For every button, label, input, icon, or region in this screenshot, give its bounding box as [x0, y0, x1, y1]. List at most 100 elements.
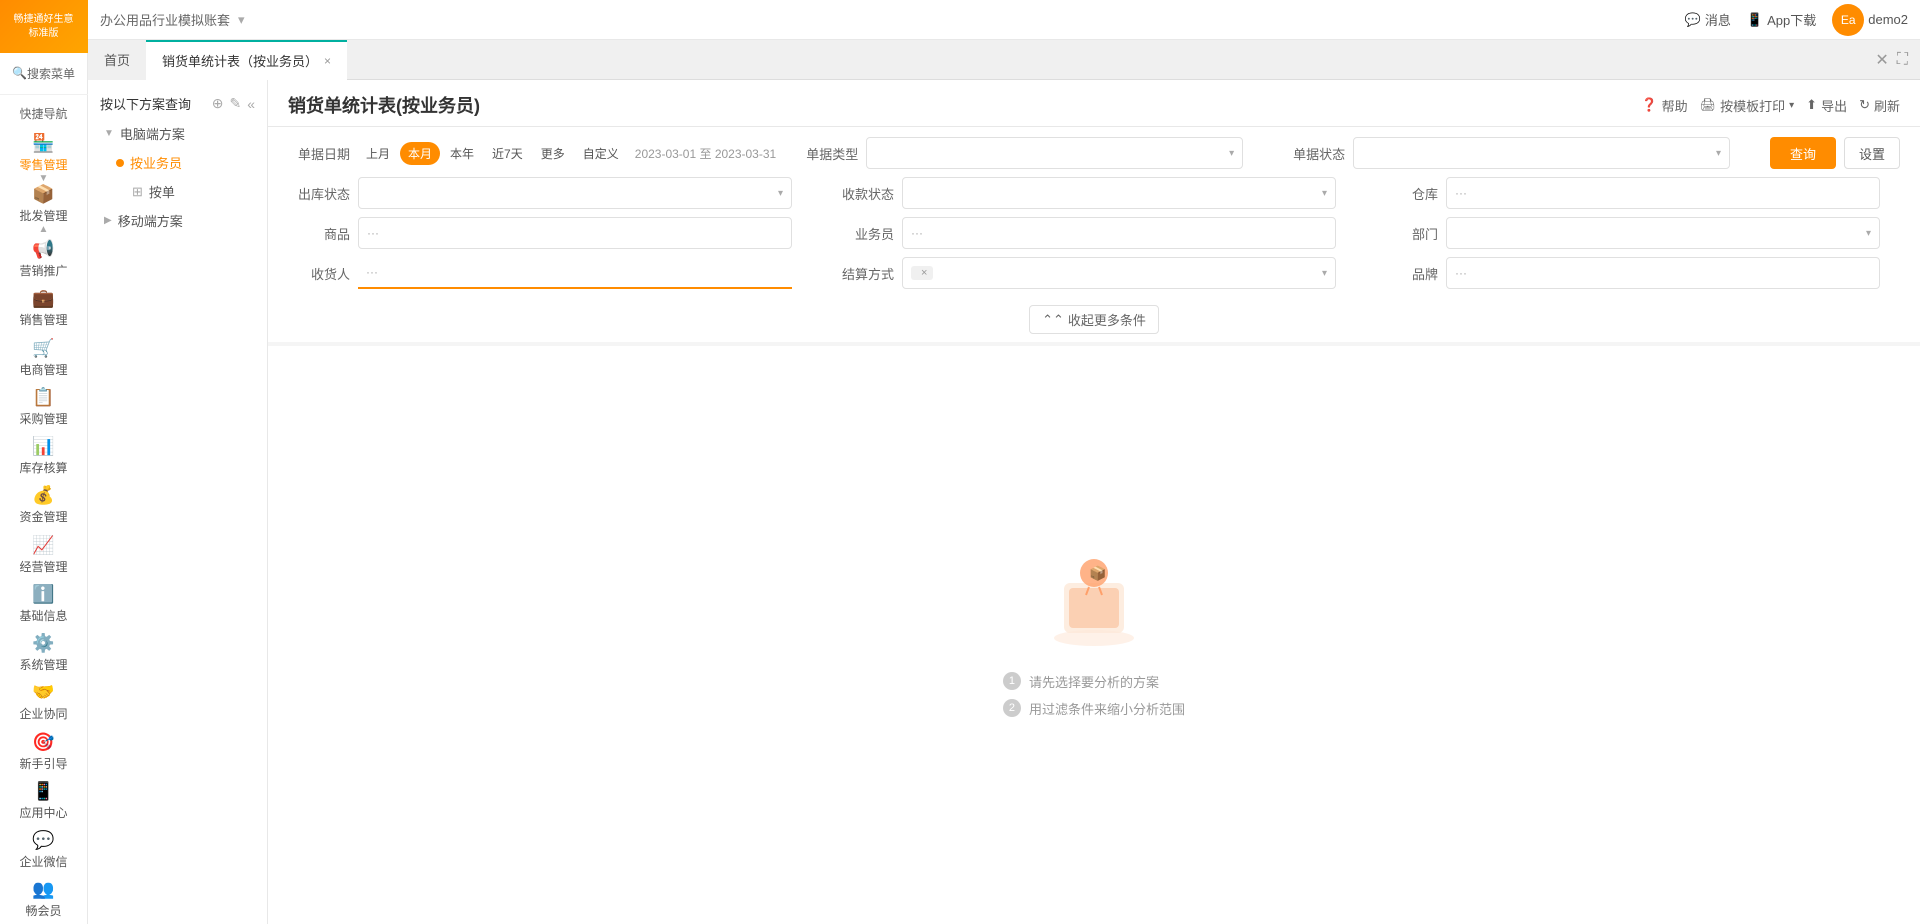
doc-type-input[interactable]: ▾	[866, 137, 1243, 169]
out-status-group: 出库状态 ▾	[288, 177, 812, 209]
print-btn[interactable]: 🖨 按模板打印 ▾	[1700, 96, 1795, 115]
print-arrow: ▾	[1789, 100, 1794, 111]
empty-tips: 1 请先选择要分析的方案 2 用过滤条件来缩小分析范围	[1003, 672, 1185, 718]
sidebar: 畅捷通好生意标准版 🔍 搜索菜单 快捷导航 🏪 零售管理 ▼ 📦 批发管理 ▲ …	[0, 0, 88, 924]
sidebar-quick-nav[interactable]: 快捷导航	[0, 95, 88, 133]
goods-input[interactable]: ···	[358, 217, 792, 249]
sidebar-item-finance[interactable]: 💰 资金管理	[0, 481, 88, 530]
out-status-input[interactable]: ▾	[358, 177, 792, 209]
tree-active-plan[interactable]: 按业务员	[88, 148, 267, 177]
retail-label: 零售管理	[19, 156, 67, 173]
sidebar-search[interactable]: 🔍 搜索菜单	[0, 53, 88, 95]
tree-pc-plan[interactable]: ▼ 电脑端方案	[88, 119, 267, 148]
setting-btn[interactable]: 设置	[1844, 137, 1900, 169]
consignee-label: 收货人	[288, 264, 358, 283]
sidebar-item-member[interactable]: 👥 畅会员	[0, 875, 88, 924]
print-label: 按模板打印	[1720, 96, 1785, 115]
consignee-input[interactable]: ···	[358, 257, 792, 289]
dept-chevron: ▾	[1866, 228, 1871, 239]
doc-status-input[interactable]: ▾	[1353, 137, 1730, 169]
date-tab-more[interactable]: 更多	[533, 142, 573, 165]
staff-input[interactable]: ···	[902, 217, 1336, 249]
wechat-icon: 💬	[32, 830, 54, 851]
maximize-icon[interactable]: ⛶	[1897, 51, 1908, 69]
empty-illustration: 📦	[1034, 553, 1154, 656]
sidebar-item-retail[interactable]: 🏪 零售管理 ▼	[0, 133, 88, 184]
sidebar-item-inventory[interactable]: 📊 库存核算	[0, 432, 88, 481]
app-download-btn[interactable]: 📱 App下载	[1747, 10, 1816, 29]
sidebar-logo: 畅捷通好生意标准版	[0, 0, 88, 53]
basic-label: 基础信息	[19, 607, 67, 624]
sidebar-item-sales[interactable]: 💼 销售管理	[0, 284, 88, 333]
sidebar-item-wholesale[interactable]: 📦 批发管理 ▲	[0, 184, 88, 235]
dept-input[interactable]: ▾	[1446, 217, 1880, 249]
filter-row3: 商品 ··· 业务员 ··· 部门	[268, 209, 1920, 249]
nav-dropdown-icon[interactable]: ▾	[238, 12, 245, 28]
sidebar-item-operation[interactable]: 📈 经营管理	[0, 530, 88, 579]
marketing-label: 营销推广	[19, 262, 67, 279]
tip1-text: 请先选择要分析的方案	[1029, 672, 1159, 691]
date-tab-last-month[interactable]: 上月	[358, 142, 398, 165]
sidebar-item-ecommerce[interactable]: 🛒 电商管理	[0, 333, 88, 382]
receipt-status-group: 收款状态 ▾	[832, 177, 1356, 209]
add-plan-icon[interactable]: ⊕	[212, 95, 224, 112]
refresh-label: 刷新	[1874, 96, 1900, 115]
basic-icon: ℹ️	[32, 584, 54, 605]
sales-icon: 💼	[32, 288, 54, 309]
tree-arrow-down: ▼	[104, 128, 114, 139]
date-tab-custom[interactable]: 自定义	[575, 142, 627, 165]
tip1-num: 1	[1003, 672, 1021, 690]
right-panel: 销货单统计表(按业务员) ❓ 帮助 🖨 按模板打印 ▾ ⬆ 导出	[268, 80, 1920, 924]
tree-mobile-plan[interactable]: ▶ 移动端方案	[88, 206, 267, 235]
wholesale-icon: 📦	[32, 184, 54, 205]
edit-plan-icon[interactable]: ✎	[229, 95, 241, 112]
sidebar-item-basic[interactable]: ℹ️ 基础信息	[0, 579, 88, 628]
dept-label: 部门	[1376, 224, 1446, 243]
enterprise-label: 企业协同	[19, 705, 67, 722]
query-btn[interactable]: 查询	[1770, 137, 1836, 169]
warehouse-placeholder: ···	[1455, 186, 1467, 200]
tab-home[interactable]: 首页	[88, 40, 146, 80]
payment-tag-close[interactable]: ×	[921, 267, 927, 279]
tab-close-btn[interactable]: ×	[324, 54, 331, 68]
sidebar-item-wechat[interactable]: 💬 企业微信	[0, 825, 88, 874]
brand-input[interactable]: ···	[1446, 257, 1880, 289]
payment-label: 结算方式	[832, 264, 902, 283]
date-tab-this-month[interactable]: 本月	[400, 142, 440, 165]
sidebar-item-newbie[interactable]: 🎯 新手引导	[0, 727, 88, 776]
consignee-group: 收货人 ···	[288, 257, 812, 289]
empty-tip2: 2 用过滤条件来缩小分析范围	[1003, 699, 1185, 718]
sidebar-item-apps[interactable]: 📱 应用中心	[0, 776, 88, 825]
topbar-right: 💬 消息 📱 App下载 Ea demo2	[1685, 4, 1908, 36]
doc-type-label: 单据类型	[796, 144, 866, 163]
sidebar-item-enterprise[interactable]: 🤝 企业协同	[0, 678, 88, 727]
message-label: 消息	[1705, 10, 1731, 29]
warehouse-input[interactable]: ···	[1446, 177, 1880, 209]
collapse-panel-icon[interactable]: «	[247, 96, 255, 112]
help-label: 帮助	[1662, 96, 1688, 115]
refresh-btn[interactable]: ↻ 刷新	[1859, 96, 1900, 115]
sidebar-item-purchase[interactable]: 📋 采购管理	[0, 382, 88, 431]
close-window-icon[interactable]: ✕	[1875, 50, 1888, 70]
sidebar-item-system[interactable]: ⚙️ 系统管理	[0, 629, 88, 678]
user-profile[interactable]: Ea demo2	[1832, 4, 1908, 36]
tree-sub-item[interactable]: ⊞ 按单	[88, 177, 267, 206]
sidebar-item-marketing[interactable]: 📢 营销推广	[0, 235, 88, 284]
sub-item-icon: ⊞	[132, 184, 143, 200]
sub-item-label: 按单	[149, 182, 175, 201]
collapse-btn[interactable]: ⌃⌃ 收起更多条件	[1029, 305, 1159, 334]
empty-tip1: 1 请先选择要分析的方案	[1003, 672, 1185, 691]
tab-sales-report[interactable]: 销货单统计表（按业务员） ×	[146, 40, 347, 80]
receipt-status-input[interactable]: ▾	[902, 177, 1336, 209]
payment-input[interactable]: × ▾	[902, 257, 1336, 289]
warehouse-group: 仓库 ···	[1376, 177, 1900, 209]
date-tab-7days[interactable]: 近7天	[484, 142, 531, 165]
active-plan-dot	[116, 159, 124, 167]
message-btn[interactable]: 💬 消息	[1685, 10, 1731, 29]
help-btn[interactable]: ❓ 帮助	[1641, 96, 1687, 115]
export-icon: ⬆	[1806, 97, 1817, 113]
nav-label: 办公用品行业模拟账套	[100, 10, 230, 29]
finance-icon: 💰	[32, 485, 54, 506]
export-btn[interactable]: ⬆ 导出	[1806, 96, 1847, 115]
date-tab-this-year[interactable]: 本年	[442, 142, 482, 165]
